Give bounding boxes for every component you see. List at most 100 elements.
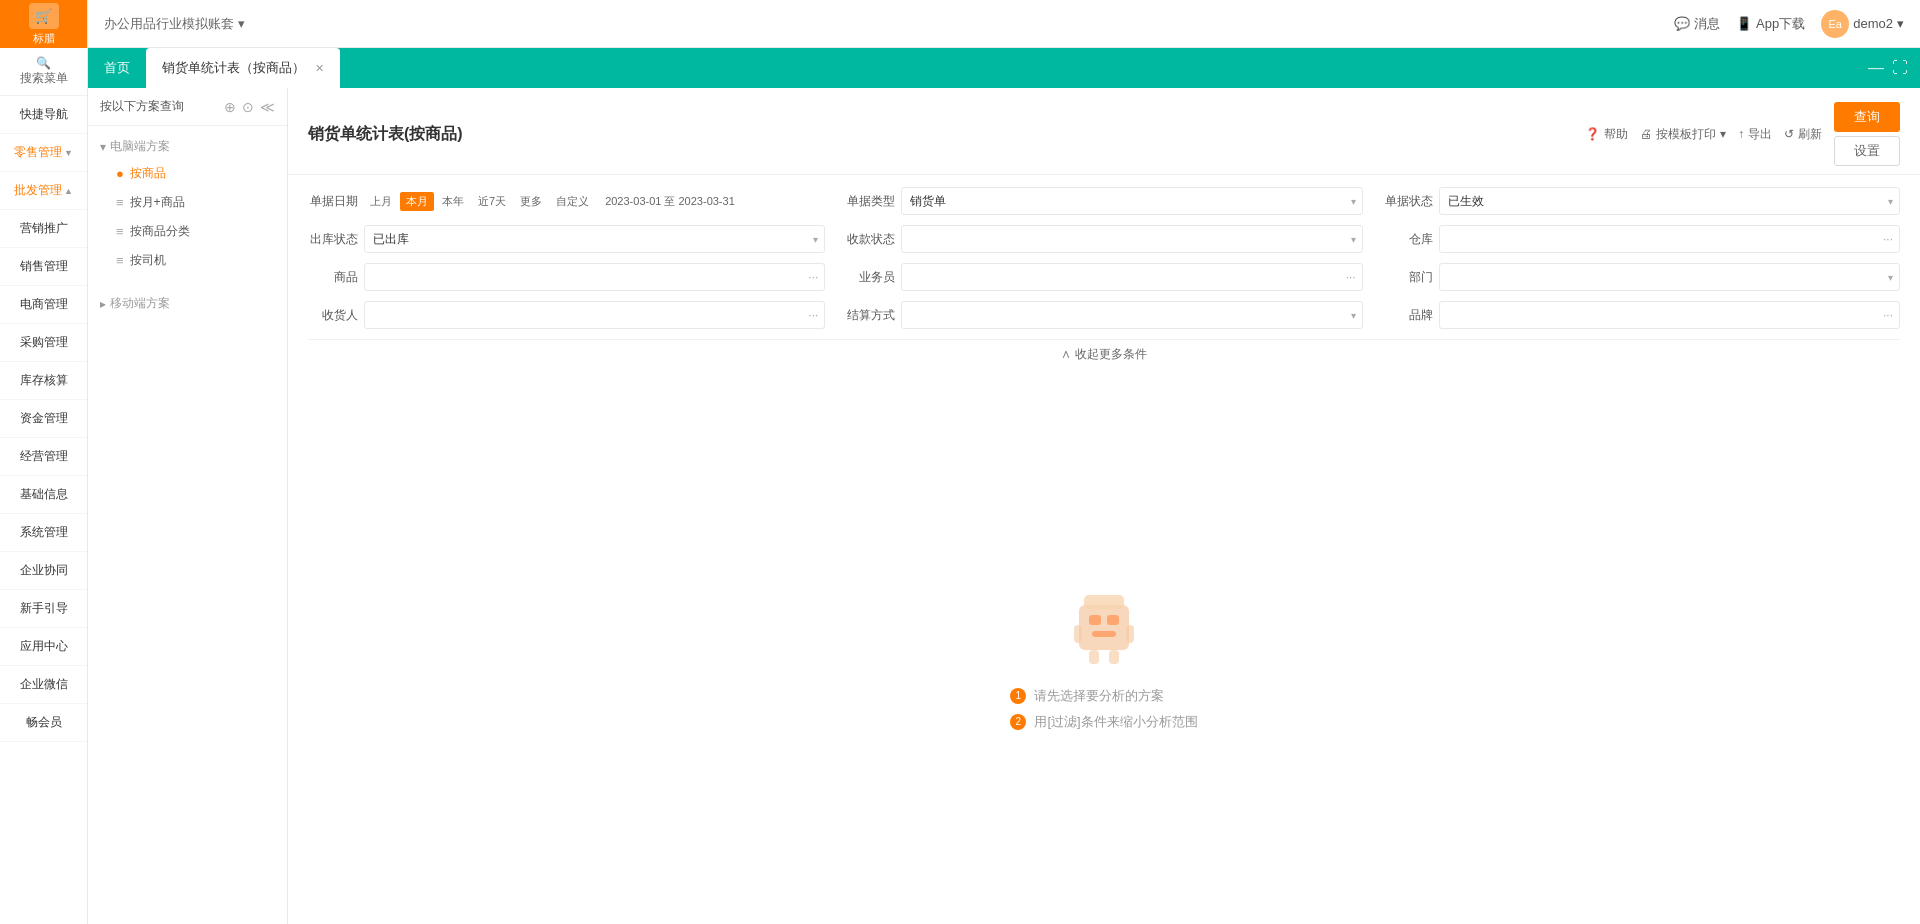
empty-hint-2: 2 用[过滤]条件来缩小分析范围 (1010, 713, 1197, 731)
topbar-left: 办公用品行业模拟账套 ▾ (104, 15, 245, 33)
sidebar-item-sales[interactable]: 销售管理 (0, 248, 87, 286)
tab-stats[interactable]: 销货单统计表（按商品） ✕ (146, 48, 340, 88)
collapse-more-button[interactable]: ∧ 收起更多条件 (308, 339, 1900, 369)
svg-rect-8 (1084, 595, 1124, 609)
sidebar-item-ecommerce[interactable]: 电商管理 (0, 286, 87, 324)
industry-dropdown[interactable]: 办公用品行业模拟账套 ▾ (104, 15, 245, 33)
sidebar-item-inventory[interactable]: 库存核算 (0, 362, 87, 400)
sidebar-item-purchase[interactable]: 采购管理 (0, 324, 87, 362)
collectstatus-input[interactable]: ▾ (901, 225, 1362, 253)
sidebar-item-finance[interactable]: 资金管理 (0, 400, 87, 438)
date-tab-more[interactable]: 更多 (514, 192, 548, 211)
query-button[interactable]: 查询 (1834, 102, 1900, 132)
brand-input[interactable]: ··· (1439, 301, 1900, 329)
message-icon: 💬 (1674, 16, 1690, 31)
svg-rect-0 (1079, 605, 1129, 650)
refresh-label: 刷新 (1798, 126, 1822, 143)
filter-salesperson: 业务员 ··· (845, 263, 1362, 291)
doctype-input[interactable]: 销货单 ▾ (901, 187, 1362, 215)
tabbar: 首页 销货单统计表（按商品） ✕ — ⛶ (88, 48, 1920, 88)
date-tab-custom[interactable]: 自定义 (550, 192, 595, 211)
export-label: 导出 (1748, 126, 1772, 143)
empty-text: 1 请先选择要分析的方案 2 用[过滤]条件来缩小分析范围 (1010, 687, 1197, 731)
payment-input[interactable]: ▾ (901, 301, 1362, 329)
basic-label: 基础信息 (20, 487, 68, 501)
sidebar-item-newbie[interactable]: 新手引导 (0, 590, 87, 628)
sidebar-search[interactable]: 🔍 搜索菜单 (0, 48, 87, 96)
main-area: 办公用品行业模拟账套 ▾ 💬 消息 📱 App下载 Ea demo2 ▾ 首页 (88, 0, 1920, 924)
sidebar-item-enterprise[interactable]: 企业协同 (0, 552, 87, 590)
retail-label: 零售管理 (14, 144, 62, 161)
by-category-label: 按商品分类 (130, 223, 190, 240)
marketing-label: 营销推广 (20, 221, 68, 235)
filter-row-4: 收货人 ··· 结算方式 ▾ 品牌 (308, 301, 1900, 329)
retail-arrow: ▼ (64, 148, 73, 158)
sidebar-item-system[interactable]: 系统管理 (0, 514, 87, 552)
date-tab-lastmonth[interactable]: 上月 (364, 192, 398, 211)
date-tab-7days[interactable]: 近7天 (472, 192, 512, 211)
svg-rect-2 (1107, 615, 1119, 625)
product-input[interactable]: ··· (364, 263, 825, 291)
date-range: 2023-03-01 至 2023-03-31 (605, 194, 735, 209)
page-content: 按以下方案查询 ⊕ ⊙ ≪ ▾ 电脑端方案 ● 按商品 ≡ 按月+ (88, 88, 1920, 924)
print-icon: 🖨 (1640, 127, 1652, 141)
dept-input[interactable]: ▾ (1439, 263, 1900, 291)
sidebar-item-apps[interactable]: 应用中心 (0, 628, 87, 666)
sidebar-item-basic[interactable]: 基础信息 (0, 476, 87, 514)
filter-dept: 部门 ▾ (1383, 263, 1900, 291)
tab-home-label: 首页 (104, 59, 130, 77)
collapse-scheme-icon[interactable]: ≪ (260, 99, 275, 115)
docstatus-input[interactable]: 已生效 ▾ (1439, 187, 1900, 215)
scheme-panel-header: 按以下方案查询 ⊕ ⊙ ≪ (88, 88, 287, 126)
warehouse-input[interactable]: ··· (1439, 225, 1900, 253)
help-icon: ❓ (1585, 127, 1600, 141)
scheme-item-by-month-product[interactable]: ≡ 按月+商品 (88, 188, 287, 217)
topbar: 办公用品行业模拟账套 ▾ 💬 消息 📱 App下载 Ea demo2 ▾ (88, 0, 1920, 48)
logo-icon: 🛒 (29, 3, 59, 29)
receiver-input[interactable]: ··· (364, 301, 825, 329)
tab-home[interactable]: 首页 (88, 48, 146, 88)
salesperson-input[interactable]: ··· (901, 263, 1362, 291)
scheme-item-by-category[interactable]: ≡ 按商品分类 (88, 217, 287, 246)
help-label: 帮助 (1604, 126, 1628, 143)
doctype-value: 销货单 (910, 193, 946, 210)
user-menu[interactable]: Ea demo2 ▾ (1821, 10, 1904, 38)
app-download-button[interactable]: 📱 App下载 (1736, 15, 1805, 33)
refresh-button[interactable]: ↺ 刷新 (1784, 126, 1822, 143)
page-header: 销货单统计表(按商品) ❓ 帮助 🖨 按模板打印 ▾ ↑ 导出 (288, 88, 1920, 175)
sidebar-item-retail[interactable]: 零售管理 ▼ (0, 134, 87, 172)
help-button[interactable]: ❓ 帮助 (1585, 126, 1628, 143)
sidebar-item-member[interactable]: 畅会员 (0, 704, 87, 742)
filter-payment: 结算方式 ▾ (845, 301, 1362, 329)
sidebar-item-quicknav[interactable]: 快捷导航 (0, 96, 87, 134)
hint-num-2: 2 (1010, 714, 1026, 730)
minimize-icon[interactable]: — (1868, 59, 1884, 77)
sidebar-item-wholesale[interactable]: 批发管理 ▲ (0, 172, 87, 210)
add-scheme-icon[interactable]: ⊕ (224, 99, 236, 115)
outstatus-input[interactable]: 已出库 ▾ (364, 225, 825, 253)
scheme-item-by-cashier[interactable]: ≡ 按司机 (88, 246, 287, 275)
settings-scheme-icon[interactable]: ⊙ (242, 99, 254, 115)
message-button[interactable]: 💬 消息 (1674, 15, 1720, 33)
sidebar-item-operations[interactable]: 经营管理 (0, 438, 87, 476)
print-button[interactable]: 🖨 按模板打印 ▾ (1640, 126, 1726, 143)
sidebar-item-marketing[interactable]: 营销推广 (0, 210, 87, 248)
date-tab-thisyear[interactable]: 本年 (436, 192, 470, 211)
dept-arrow-icon: ▾ (1888, 272, 1893, 283)
print-arrow-icon: ▾ (1720, 127, 1726, 141)
settings-button[interactable]: 设置 (1834, 136, 1900, 166)
payment-label: 结算方式 (845, 307, 895, 324)
scheme-section-desktop-title: ▾ 电脑端方案 (88, 134, 287, 159)
finance-label: 资金管理 (20, 411, 68, 425)
empty-hint-1: 1 请先选择要分析的方案 (1010, 687, 1197, 705)
date-tab-thismonth[interactable]: 本月 (400, 192, 434, 211)
export-button[interactable]: ↑ 导出 (1738, 126, 1772, 143)
tab-close-icon[interactable]: ✕ (315, 62, 324, 75)
maximize-icon[interactable]: ⛶ (1892, 59, 1908, 77)
sidebar-item-wechat[interactable]: 企业微信 (0, 666, 87, 704)
app-download-icon: 📱 (1736, 16, 1752, 31)
product-label: 商品 (308, 269, 358, 286)
scheme-item-by-product[interactable]: ● 按商品 (88, 159, 287, 188)
docstatus-arrow-icon: ▾ (1888, 196, 1893, 207)
mobile-expand-icon: ▸ (100, 297, 106, 311)
